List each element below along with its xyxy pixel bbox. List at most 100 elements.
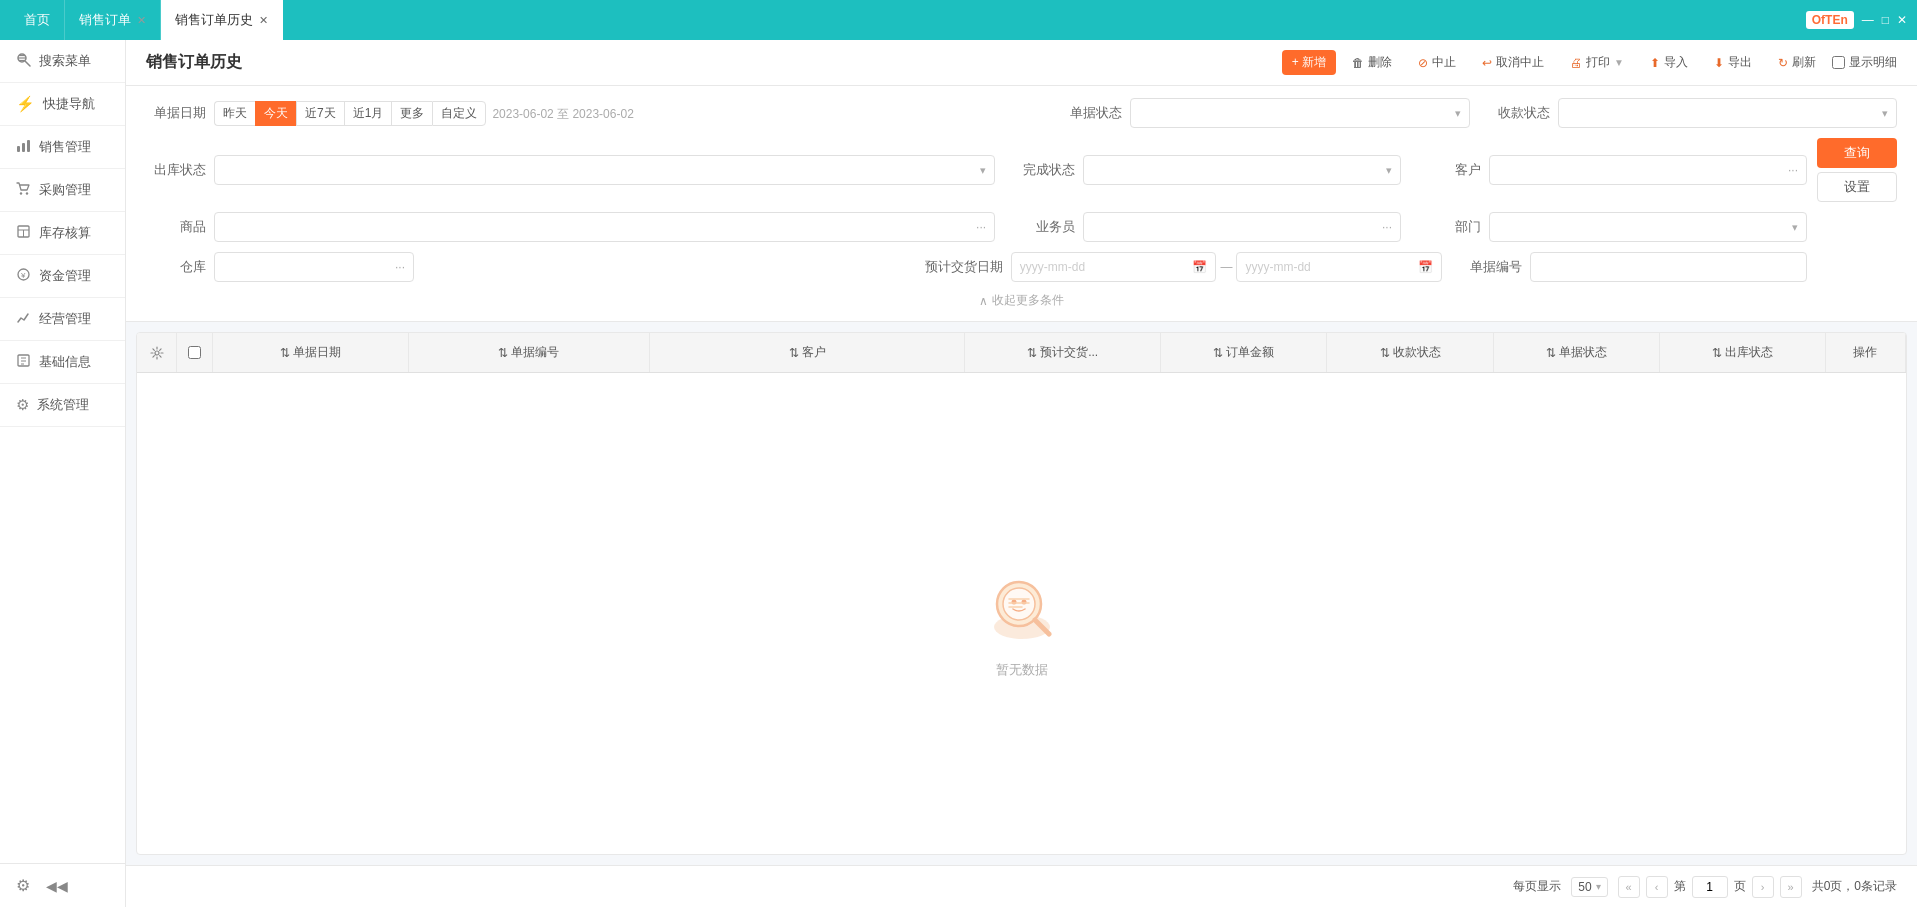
tab-sales-order-history-label: 销售订单历史 bbox=[175, 11, 253, 29]
last-page-icon: » bbox=[1788, 881, 1794, 893]
sidebar-item-basic-info[interactable]: 基础信息 bbox=[0, 341, 125, 384]
th-delivery[interactable]: ⇅ 预计交货... bbox=[965, 333, 1161, 372]
sidebar-item-ops-mgmt[interactable]: 经营管理 bbox=[0, 298, 125, 341]
tab-sales-order-history[interactable]: 销售订单历史 ✕ bbox=[161, 0, 283, 40]
filter-complete-status: 完成状态 ▾ bbox=[1015, 155, 1401, 185]
total-records-label: 共0页，0条记录 bbox=[1812, 878, 1897, 895]
date-tab-custom[interactable]: 自定义 bbox=[432, 101, 486, 126]
new-btn[interactable]: + 新增 bbox=[1282, 50, 1336, 75]
print-btn[interactable]: 🖨 打印 ▼ bbox=[1560, 50, 1634, 75]
bill-number-label: 单据编号 bbox=[1462, 258, 1522, 276]
sidebar-item-quick-nav[interactable]: ⚡ 快捷导航 bbox=[0, 83, 125, 126]
page-size-select[interactable]: 50 ▾ bbox=[1571, 877, 1607, 897]
sidebar-bottom: ⚙ ◀◀ bbox=[0, 863, 125, 907]
setting-btn[interactable]: 设置 bbox=[1817, 172, 1897, 202]
date-tab-yesterday[interactable]: 昨天 bbox=[214, 101, 255, 126]
sidebar-item-fund-mgmt-label: 资金管理 bbox=[39, 267, 91, 285]
date-tab-last7[interactable]: 近7天 bbox=[296, 101, 344, 126]
maximize-btn[interactable]: □ bbox=[1882, 13, 1889, 27]
expected-date-from-control[interactable]: yyyy-mm-dd 📅 bbox=[1011, 252, 1217, 282]
content-area: 销售订单历史 + 新增 🗑 删除 ⊘ 中止 ↩ 取消中止 🖨 bbox=[126, 40, 1917, 907]
select-all-checkbox[interactable] bbox=[188, 346, 201, 359]
sidebar-collapse-icon[interactable]: ◀◀ bbox=[46, 878, 68, 894]
fund-mgmt-icon: ¥ bbox=[16, 267, 31, 285]
customer-dots-icon: ··· bbox=[1788, 163, 1798, 177]
bill-number-control[interactable] bbox=[1530, 252, 1807, 282]
delete-btn[interactable]: 🗑 删除 bbox=[1342, 50, 1402, 75]
close-window-btn[interactable]: ✕ bbox=[1897, 13, 1907, 27]
show-detail-checkbox[interactable]: 显示明细 bbox=[1832, 54, 1897, 71]
search-menu-icon bbox=[16, 52, 31, 70]
payment-status-control[interactable]: ▾ bbox=[1558, 98, 1897, 128]
th-settings[interactable] bbox=[137, 333, 177, 372]
warehouse-control[interactable]: ··· bbox=[214, 252, 414, 282]
th-bill-status[interactable]: ⇅ 单据状态 bbox=[1494, 333, 1660, 372]
th-action: 操作 bbox=[1826, 333, 1906, 372]
complete-status-control[interactable]: ▾ bbox=[1083, 155, 1401, 185]
date-tab-today[interactable]: 今天 bbox=[255, 101, 296, 126]
th-date[interactable]: ⇅ 单据日期 bbox=[213, 333, 409, 372]
stop-btn[interactable]: ⊘ 中止 bbox=[1408, 50, 1466, 75]
th-checkbox[interactable] bbox=[177, 333, 213, 372]
department-control[interactable]: ▾ bbox=[1489, 212, 1807, 242]
sidebar-item-inventory-calc[interactable]: 库存核算 bbox=[0, 212, 125, 255]
sidebar-item-fund-mgmt[interactable]: ¥ 资金管理 bbox=[0, 255, 125, 298]
filter-row-3: 商品 ··· 业务员 ··· 部门 bbox=[146, 212, 1897, 242]
calendar-from-icon[interactable]: 📅 bbox=[1192, 260, 1207, 274]
customer-label: 客户 bbox=[1421, 161, 1481, 179]
new-btn-label: + 新增 bbox=[1292, 54, 1326, 71]
prev-page-btn[interactable]: ‹ bbox=[1646, 876, 1668, 898]
expected-date-to-control[interactable]: yyyy-mm-dd 📅 bbox=[1236, 252, 1442, 282]
th-stock-status[interactable]: ⇅ 出库状态 bbox=[1660, 333, 1826, 372]
th-amount[interactable]: ⇅ 订单金额 bbox=[1161, 333, 1327, 372]
close-sales-order-tab[interactable]: ✕ bbox=[137, 14, 146, 27]
sales-mgmt-icon bbox=[16, 138, 31, 156]
sidebar-item-system-mgmt[interactable]: ⚙ 系统管理 bbox=[0, 384, 125, 427]
svg-point-23 bbox=[1003, 588, 1035, 620]
sidebar-item-sales-mgmt[interactable]: 销售管理 bbox=[0, 126, 125, 169]
th-pay-status[interactable]: ⇅ 收款状态 bbox=[1327, 333, 1493, 372]
calendar-to-icon[interactable]: 📅 bbox=[1418, 260, 1433, 274]
th-customer[interactable]: ⇅ 客户 bbox=[650, 333, 965, 372]
goods-control[interactable]: ··· bbox=[214, 212, 995, 242]
filter-bill-status: 单据状态 ▾ bbox=[1062, 98, 1469, 128]
sidebar-item-inventory-calc-label: 库存核算 bbox=[39, 224, 91, 242]
minimize-btn[interactable]: — bbox=[1862, 13, 1874, 27]
sidebar-item-basic-info-label: 基础信息 bbox=[39, 353, 91, 371]
show-detail-input[interactable] bbox=[1832, 56, 1845, 69]
basic-info-icon bbox=[16, 353, 31, 371]
tab-sales-order[interactable]: 销售订单 ✕ bbox=[65, 0, 161, 40]
date-tab-last1month[interactable]: 近1月 bbox=[344, 101, 392, 126]
salesperson-control[interactable]: ··· bbox=[1083, 212, 1401, 242]
complete-status-arrow-icon: ▾ bbox=[1386, 164, 1392, 177]
query-btn[interactable]: 查询 bbox=[1817, 138, 1897, 168]
date-tab-more[interactable]: 更多 bbox=[391, 101, 432, 126]
cancel-stop-btn-label: 取消中止 bbox=[1496, 54, 1544, 71]
page-number-input[interactable] bbox=[1692, 876, 1728, 898]
import-btn[interactable]: ⬆ 导入 bbox=[1640, 50, 1698, 75]
customer-control[interactable]: ··· bbox=[1489, 155, 1807, 185]
close-history-tab[interactable]: ✕ bbox=[259, 14, 268, 27]
page-title: 销售订单历史 bbox=[146, 52, 242, 73]
expected-date-to-value: yyyy-mm-dd bbox=[1245, 260, 1310, 274]
th-number[interactable]: ⇅ 单据编号 bbox=[409, 333, 650, 372]
stock-status-control[interactable]: ▾ bbox=[214, 155, 995, 185]
print-icon: 🖨 bbox=[1570, 56, 1582, 70]
refresh-btn[interactable]: ↻ 刷新 bbox=[1768, 50, 1826, 75]
export-btn[interactable]: ⬇ 导出 bbox=[1704, 50, 1762, 75]
collapse-chevron-icon: ∧ bbox=[979, 294, 988, 308]
tab-home[interactable]: 首页 bbox=[10, 0, 65, 40]
next-page-btn[interactable]: › bbox=[1752, 876, 1774, 898]
collapse-bar[interactable]: ∧ 收起更多条件 bbox=[146, 292, 1897, 309]
sidebar-item-search-menu[interactable]: 搜索菜单 bbox=[0, 40, 125, 83]
first-page-btn[interactable]: « bbox=[1618, 876, 1640, 898]
purchase-mgmt-icon bbox=[16, 181, 31, 199]
sort-amount-icon: ⇅ bbox=[1213, 346, 1223, 360]
sidebar-settings-icon[interactable]: ⚙ bbox=[16, 876, 30, 895]
next-page-icon: › bbox=[1761, 881, 1765, 893]
bill-status-control[interactable]: ▾ bbox=[1130, 98, 1469, 128]
last-page-btn[interactable]: » bbox=[1780, 876, 1802, 898]
filter-area: 单据日期 昨天 今天 近7天 bbox=[126, 86, 1917, 322]
cancel-stop-btn[interactable]: ↩ 取消中止 bbox=[1472, 50, 1554, 75]
sidebar-item-purchase-mgmt[interactable]: 采购管理 bbox=[0, 169, 125, 212]
